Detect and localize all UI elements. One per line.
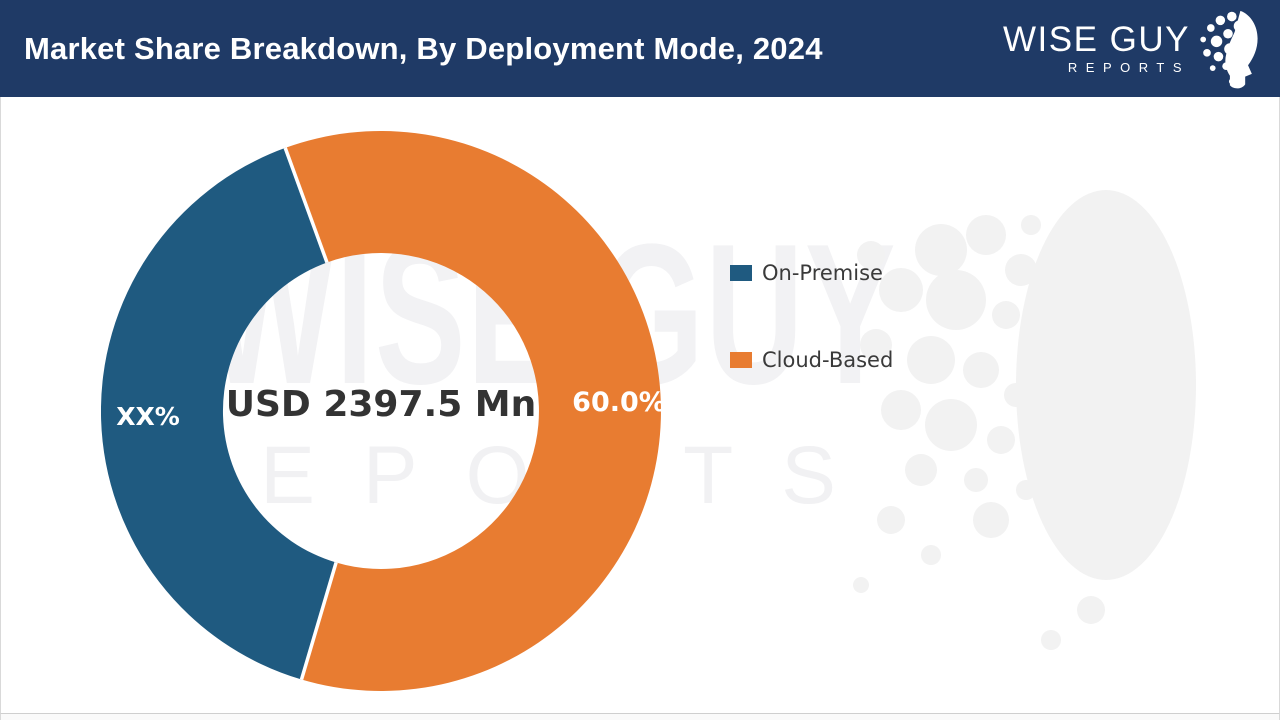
legend-item-cloud-based: Cloud-Based xyxy=(730,348,893,372)
wiseguy-logo: WISE GUY REPORTS xyxy=(1003,7,1260,91)
legend-label-on-premise: On-Premise xyxy=(762,261,883,285)
legend-swatch-on-premise xyxy=(730,265,752,281)
cloud-based-share-label: 60.0% xyxy=(572,387,666,418)
watermark-face xyxy=(853,190,1196,650)
legend-swatch-cloud-based xyxy=(730,352,752,368)
chart-area: WISE GUY REPORTS USD 2397.5 Mn XX% 60.0%… xyxy=(0,97,1280,714)
logo-face-icon xyxy=(1200,10,1258,88)
on-premise-share-label: XX% xyxy=(116,402,180,431)
legend-label-cloud-based: Cloud-Based xyxy=(762,348,894,372)
legend-item-on-premise: On-Premise xyxy=(730,261,883,285)
page-title: Market Share Breakdown, By Deployment Mo… xyxy=(24,30,823,66)
page: Market Share Breakdown, By Deployment Mo… xyxy=(0,0,1280,720)
logo-wordmark: WISE GUY xyxy=(1002,19,1190,59)
header-bar: Market Share Breakdown, By Deployment Mo… xyxy=(0,0,1280,97)
footer-strip xyxy=(0,714,1280,720)
logo-subtext: REPORTS xyxy=(1067,60,1190,76)
